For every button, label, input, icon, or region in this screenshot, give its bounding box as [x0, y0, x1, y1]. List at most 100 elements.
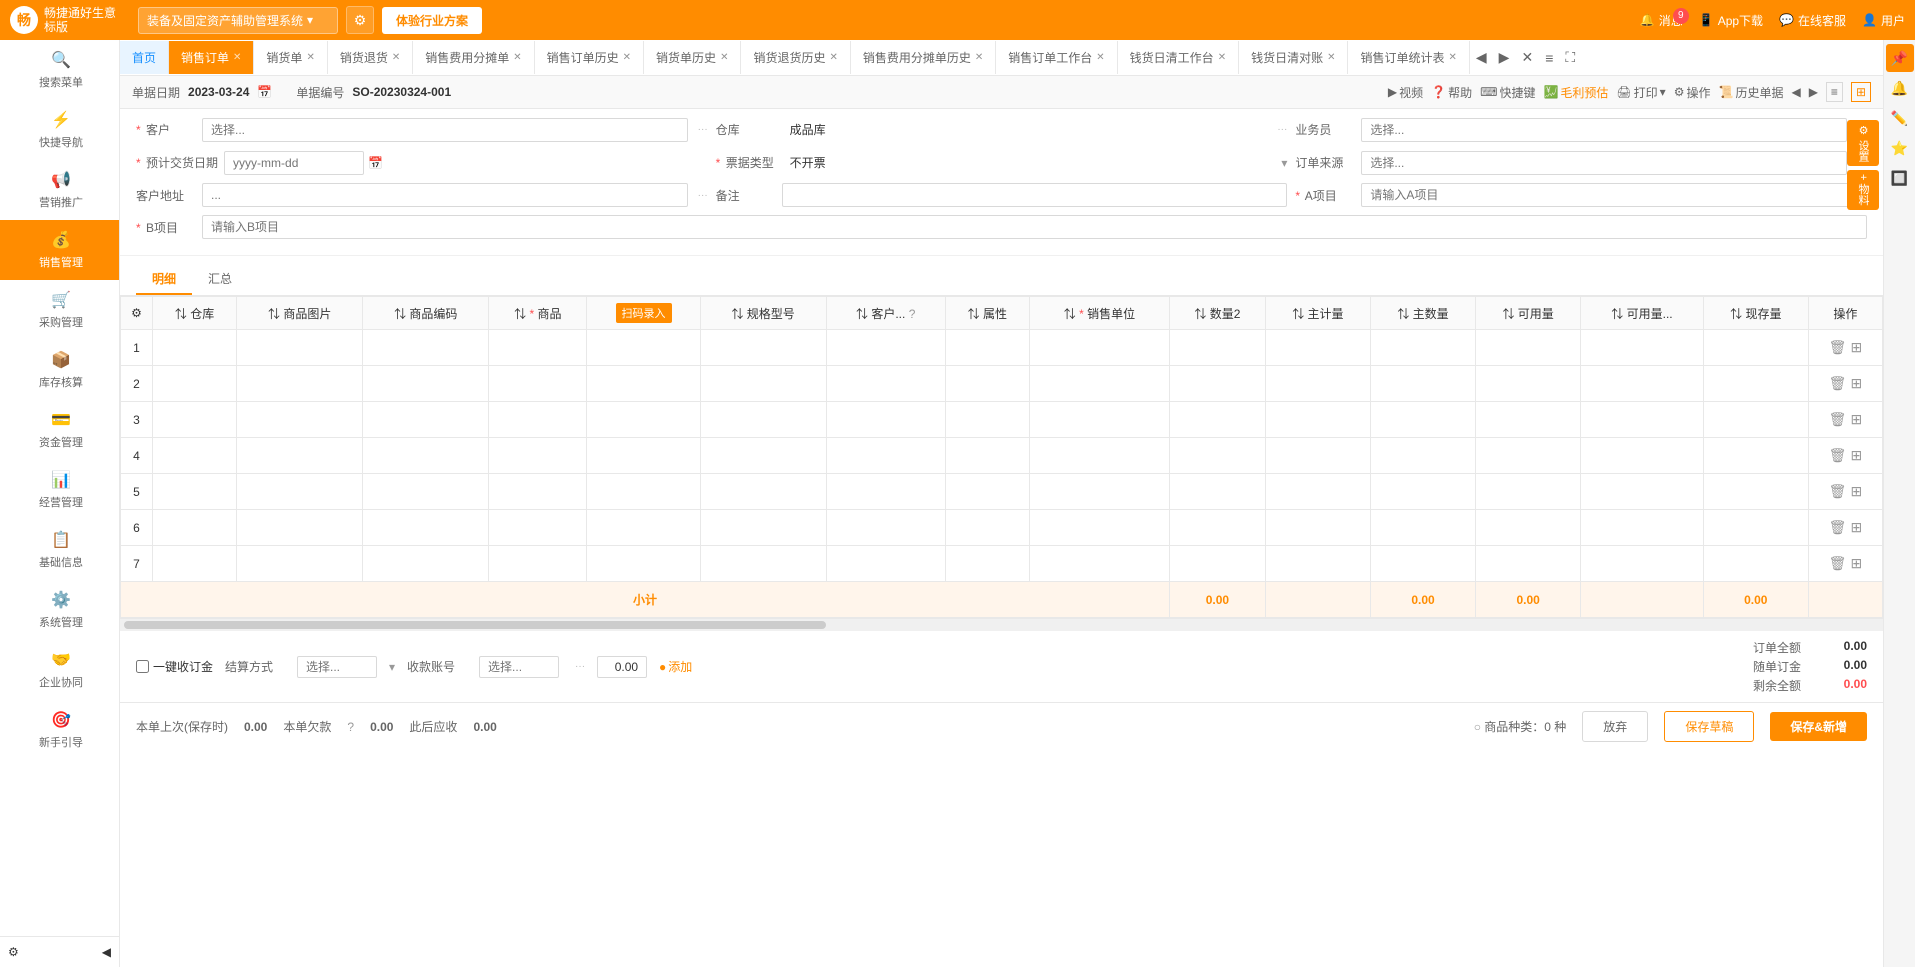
row-spec[interactable] [700, 402, 826, 438]
tab-sales-expense[interactable]: 销售费用分摊单 ✕ [413, 41, 534, 74]
tab-sales-order-workbench[interactable]: 销售订单工作台 ✕ [996, 41, 1117, 74]
sidebar-item-search[interactable]: 🔍 搜索菜单 [0, 40, 119, 100]
right-sidebar-edit-icon[interactable]: ✏️ [1886, 104, 1914, 132]
payment-method-input[interactable] [297, 656, 377, 678]
notes-input[interactable] [782, 183, 1288, 207]
row-copy-icon[interactable]: ⊞ [1850, 447, 1862, 464]
row-product[interactable] [489, 366, 587, 402]
row-unit[interactable] [1029, 366, 1169, 402]
tab-sales-goods[interactable]: 销货单 ✕ [254, 41, 327, 74]
row-attribute[interactable] [945, 510, 1029, 546]
online-service-btn[interactable]: 💬 在线客服 [1779, 12, 1846, 29]
discard-btn[interactable]: 放弃 [1582, 711, 1648, 742]
row-code[interactable] [363, 438, 489, 474]
row-product[interactable] [489, 510, 587, 546]
row-copy-icon[interactable]: ⊞ [1850, 519, 1862, 536]
address-more-icon[interactable]: ··· [698, 190, 708, 201]
tab-close-sales-order-history[interactable]: ✕ [623, 52, 631, 63]
settings-panel-btn[interactable]: ⚙ 设置 [1847, 120, 1879, 166]
b-project-input[interactable] [202, 215, 1867, 239]
save-draft-btn[interactable]: 保存草稿 [1664, 711, 1754, 742]
tab-cash-daily[interactable]: 钱货日清工作台 ✕ [1118, 41, 1239, 74]
sidebar-item-sales[interactable]: 💰 销售管理 [0, 220, 119, 280]
row-copy-icon[interactable]: ⊞ [1850, 555, 1862, 572]
scan-btn[interactable]: 扫码录入 [616, 303, 672, 323]
row-spec[interactable] [700, 438, 826, 474]
row-spec[interactable] [700, 510, 826, 546]
sidebar-item-management[interactable]: 📊 经营管理 [0, 460, 119, 520]
customer-input[interactable] [202, 118, 688, 142]
tab-sales-expense-history[interactable]: 销售费用分摊单历史 ✕ [851, 41, 996, 74]
row-attribute[interactable] [945, 438, 1029, 474]
tab-close-sales-stats[interactable]: ✕ [1449, 52, 1457, 63]
a-project-input[interactable] [1361, 183, 1867, 207]
row-spec[interactable] [700, 330, 826, 366]
row-unit[interactable] [1029, 546, 1169, 582]
row-delete-icon[interactable]: 🗑 [1829, 483, 1847, 500]
tab-close-sales-goods[interactable]: ✕ [306, 52, 314, 63]
table-settings-icon[interactable]: ⚙ [131, 306, 142, 320]
date-picker-icon[interactable]: 📅 [368, 156, 383, 170]
row-delete-icon[interactable]: 🗑 [1829, 519, 1847, 536]
row-product[interactable] [489, 402, 587, 438]
nav-next[interactable]: ▶ [1809, 85, 1818, 99]
tab-fullscreen-btn[interactable]: ⛶ [1559, 45, 1581, 70]
row-code[interactable] [363, 330, 489, 366]
tab-menu-btn[interactable]: ≡ [1539, 46, 1559, 70]
row-qty2[interactable] [1169, 474, 1265, 510]
tab-sales-return[interactable]: 销货退货 ✕ [328, 41, 413, 74]
notification-btn[interactable]: 🔔 消息 9 [1640, 12, 1683, 29]
tab-close-sales-return[interactable]: ✕ [392, 52, 400, 63]
row-qty2[interactable] [1169, 330, 1265, 366]
row-warehouse[interactable] [153, 474, 237, 510]
right-sidebar-pin-icon[interactable]: 📌 [1886, 44, 1914, 72]
tab-summary[interactable]: 汇总 [192, 264, 248, 295]
invoice-dropdown-icon[interactable]: ▾ [1281, 156, 1287, 170]
row-main-qty[interactable] [1370, 330, 1475, 366]
row-product[interactable] [489, 438, 587, 474]
row-code[interactable] [363, 510, 489, 546]
row-warehouse[interactable] [153, 438, 237, 474]
row-attribute[interactable] [945, 402, 1029, 438]
payment-dropdown-icon[interactable]: ▾ [389, 660, 395, 674]
row-product[interactable] [489, 474, 587, 510]
row-main-qty[interactable] [1370, 402, 1475, 438]
row-unit[interactable] [1029, 510, 1169, 546]
row-delete-icon[interactable]: 🗑 [1829, 555, 1847, 572]
expected-date-input[interactable] [224, 151, 364, 175]
row-warehouse[interactable] [153, 510, 237, 546]
shortcut-btn[interactable]: ⌨ 快捷键 [1480, 84, 1535, 101]
tab-close-sales-expense-history[interactable]: ✕ [975, 52, 983, 63]
address-input[interactable] [202, 183, 688, 207]
right-sidebar-notification-icon[interactable]: 🔔 [1886, 74, 1914, 102]
row-main-qty[interactable] [1370, 546, 1475, 582]
calendar-icon[interactable]: 📅 [257, 85, 272, 99]
row-copy-icon[interactable]: ⊞ [1850, 375, 1862, 392]
row-main-qty[interactable] [1370, 366, 1475, 402]
sidebar-item-marketing[interactable]: 📢 营销推广 [0, 160, 119, 220]
tab-close-cash-reconcile[interactable]: ✕ [1327, 52, 1335, 63]
row-customer-code[interactable] [826, 438, 945, 474]
tab-close-sales-order-workbench[interactable]: ✕ [1096, 52, 1104, 63]
row-qty2[interactable] [1169, 510, 1265, 546]
sidebar-item-finance[interactable]: 💳 资金管理 [0, 400, 119, 460]
right-sidebar-star-icon[interactable]: ⭐ [1886, 134, 1914, 162]
tab-home[interactable]: 首页 [120, 41, 169, 74]
account-more-icon[interactable]: ··· [575, 661, 585, 672]
row-code[interactable] [363, 366, 489, 402]
row-main-qty[interactable] [1370, 510, 1475, 546]
row-unit[interactable] [1029, 402, 1169, 438]
tab-sales-stats[interactable]: 销售订单统计表 ✕ [1348, 41, 1469, 74]
system-selector[interactable]: 装备及固定资产辅助管理系统 ▾ [138, 7, 338, 34]
row-unit[interactable] [1029, 330, 1169, 366]
row-warehouse[interactable] [153, 330, 237, 366]
row-customer-code[interactable] [826, 510, 945, 546]
operations-btn[interactable]: ⚙ 操作 [1674, 84, 1711, 101]
row-product[interactable] [489, 330, 587, 366]
add-btn[interactable]: ● 添加 [659, 658, 692, 675]
row-attribute[interactable] [945, 330, 1029, 366]
tab-detail[interactable]: 明细 [136, 264, 192, 295]
tab-cash-reconcile[interactable]: 钱货日清对账 ✕ [1239, 41, 1348, 74]
row-attribute[interactable] [945, 366, 1029, 402]
row-warehouse[interactable] [153, 546, 237, 582]
